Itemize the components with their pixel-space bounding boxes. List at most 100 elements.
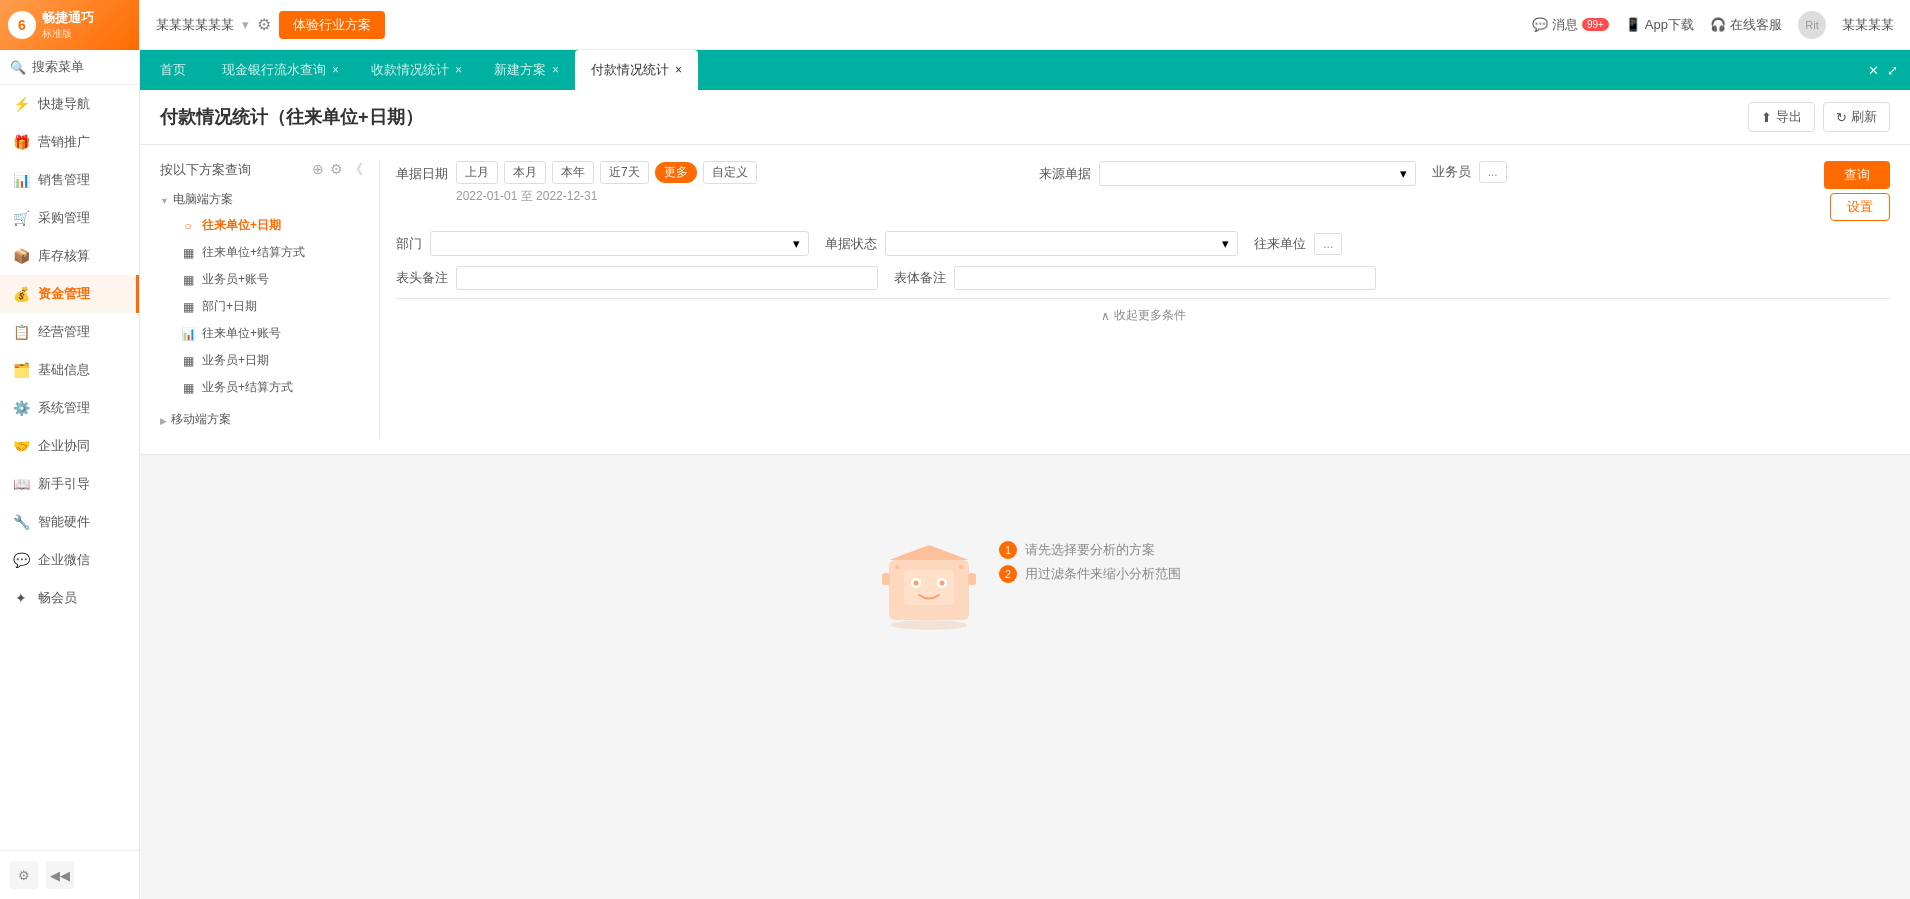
tab-close-all-icon[interactable]: ✕ (1868, 63, 1879, 78)
partner-ellipsis-btn[interactable]: ... (1314, 233, 1342, 255)
source-bill-select[interactable]: ▾ (1099, 161, 1415, 186)
nav-icon-marketing: 🎁 (12, 133, 30, 151)
tab-close-new-scheme[interactable]: × (552, 63, 559, 77)
logo-icon: 6 (8, 11, 36, 39)
collapse-icon: ∧ (1101, 309, 1110, 323)
date-btn-this-month[interactable]: 本月 (504, 161, 546, 184)
table-header-note-input[interactable] (456, 266, 878, 290)
tab-label-payment-stats: 付款情况统计 (591, 61, 669, 79)
scheme-icon-staff-date: ▦ (180, 353, 196, 369)
page-header: 付款情况统计（往来单位+日期） ⬆ 导出 ↻ 刷新 (140, 90, 1910, 145)
empty-svg (869, 515, 989, 635)
sidebar-item-inventory[interactable]: 📦 库存核算 (0, 237, 139, 275)
sidebar-item-quick-nav[interactable]: ⚡ 快捷导航 (0, 85, 139, 123)
sidebar-header: 6 畅捷通巧 标准版 (0, 0, 139, 50)
tab-cash-flow[interactable]: 现金银行流水查询× (206, 50, 355, 90)
svg-rect-2 (904, 570, 954, 605)
scheme-settings-btn[interactable]: ⚙ (330, 161, 343, 179)
sidebar-item-vip[interactable]: ✦ 畅会员 (0, 579, 139, 617)
scheme-item-partner-account[interactable]: 📊 往来单位+账号 (172, 320, 363, 347)
scheme-item-partner-date[interactable]: ○ 往来单位+日期 (172, 212, 363, 239)
mobile-group-title[interactable]: 移动端方案 (160, 407, 363, 432)
notification-badge: 99+ (1582, 18, 1609, 31)
empty-text-block: 1 请先选择要分析的方案 2 用过滤条件来缩小分析范围 (999, 541, 1181, 589)
staff-ellipsis-btn[interactable]: ... (1479, 161, 1507, 183)
scheme-add-btn[interactable]: ⊕ (312, 161, 324, 179)
tab-close-receipt-stats[interactable]: × (455, 63, 462, 77)
topbar-settings-icon[interactable]: ⚙ (257, 15, 271, 34)
notification-group[interactable]: 💬 消息 99+ (1532, 16, 1609, 34)
scheme-icon-partner-date: ○ (180, 218, 196, 234)
collapse-sidebar-btn[interactable]: ◀◀ (46, 861, 74, 889)
scheme-item-staff-account[interactable]: ▦ 业务员+账号 (172, 266, 363, 293)
sidebar-item-operations[interactable]: 📋 经营管理 (0, 313, 139, 351)
svg-point-6 (940, 581, 945, 586)
sidebar-item-finance[interactable]: 💰 资金管理 (0, 275, 139, 313)
sidebar-item-enterprise[interactable]: 🤝 企业协同 (0, 427, 139, 465)
sidebar-item-hardware[interactable]: 🔧 智能硬件 (0, 503, 139, 541)
setup-btn[interactable]: 设置 (1830, 193, 1890, 221)
bill-status-select[interactable]: ▾ (885, 231, 1238, 256)
collapse-filter-btn[interactable]: ∧ 收起更多条件 (396, 298, 1890, 332)
export-btn[interactable]: ⬆ 导出 (1748, 102, 1815, 132)
svg-point-10 (959, 565, 963, 569)
partner-label: 往来单位 (1254, 235, 1306, 253)
tab-receipt-stats[interactable]: 收款情况统计× (355, 50, 478, 90)
source-bill-label: 来源单据 (1039, 165, 1091, 183)
query-btn-group: 查询 设置 (1824, 161, 1890, 221)
scheme-collapse-btn[interactable]: 《 (349, 161, 363, 179)
sidebar-search[interactable]: 🔍 搜索菜单 (0, 50, 139, 85)
tab-new-scheme[interactable]: 新建方案× (478, 50, 575, 90)
nav-icon-system: ⚙️ (12, 399, 30, 417)
trial-btn[interactable]: 体验行业方案 (279, 11, 385, 39)
table-body-note-input[interactable] (954, 266, 1376, 290)
online-service-group[interactable]: 🎧 在线客服 (1710, 16, 1782, 34)
dept-select[interactable]: ▾ (430, 231, 809, 256)
settings-footer-btn[interactable]: ⚙ (10, 861, 38, 889)
refresh-btn[interactable]: ↻ 刷新 (1823, 102, 1890, 132)
scheme-item-staff-settle[interactable]: ▦ 业务员+结算方式 (172, 374, 363, 401)
scheme-label-dept-date: 部门+日期 (202, 298, 257, 315)
sidebar-title-block: 畅捷通巧 标准版 (42, 9, 94, 41)
nav-icon-operations: 📋 (12, 323, 30, 341)
nav-icon-hardware: 🔧 (12, 513, 30, 531)
scheme-item-staff-date[interactable]: ▦ 业务员+日期 (172, 347, 363, 374)
sidebar-item-wechat[interactable]: 💬 企业微信 (0, 541, 139, 579)
date-btn-this-year[interactable]: 本年 (552, 161, 594, 184)
nav-icon-basic-info: 🗂️ (12, 361, 30, 379)
sidebar-footer: ⚙ ◀◀ (0, 850, 139, 899)
query-btn[interactable]: 查询 (1824, 161, 1890, 189)
scheme-item-partner-settle[interactable]: ▦ 往来单位+结算方式 (172, 239, 363, 266)
tabbar: 首页现金银行流水查询×收款情况统计×新建方案× 付款情况统计 × ✕ ⤢ (140, 50, 1910, 90)
filter-row-2: 部门 ▾ 单据状态 ▾ 往来单位 (396, 231, 1890, 256)
scheme-label-partner-settle: 往来单位+结算方式 (202, 244, 305, 261)
nav-label-vip: 畅会员 (38, 589, 77, 607)
date-btn-custom[interactable]: 自定义 (703, 161, 757, 184)
scheme-item-dept-date[interactable]: ▦ 部门+日期 (172, 293, 363, 320)
tab-close-payment-stats[interactable]: × (675, 63, 682, 77)
date-btn-last-month[interactable]: 上月 (456, 161, 498, 184)
tab-close-cash-flow[interactable]: × (332, 63, 339, 77)
tab-payment-stats[interactable]: 付款情况统计 × (575, 50, 698, 90)
sidebar-item-basic-info[interactable]: 🗂️ 基础信息 (0, 351, 139, 389)
scheme-header-icons: ⊕ ⚙ 《 (312, 161, 363, 179)
sidebar-item-sales[interactable]: 📊 销售管理 (0, 161, 139, 199)
main-area: 某某某某某某 ▾ ⚙ 体验行业方案 💬 消息 99+ 📱 App下载 🎧 在线客… (140, 0, 1910, 899)
sidebar-item-purchase[interactable]: 🛒 采购管理 (0, 199, 139, 237)
sidebar-item-system[interactable]: ⚙️ 系统管理 (0, 389, 139, 427)
desktop-group-title[interactable]: 电脑端方案 (160, 187, 363, 212)
sidebar-item-marketing[interactable]: 🎁 营销推广 (0, 123, 139, 161)
bill-date-label: 单据日期 (396, 161, 448, 183)
table-body-note-field: 表体备注 (894, 266, 1376, 290)
tab-home[interactable]: 首页 (140, 50, 206, 90)
sidebar-item-guide[interactable]: 📖 新手引导 (0, 465, 139, 503)
topbar-right: 💬 消息 99+ 📱 App下载 🎧 在线客服 Rit 某某某某 (1532, 11, 1894, 39)
nav-icon-guide: 📖 (12, 475, 30, 493)
date-btn-7days[interactable]: 近7天 (600, 161, 649, 184)
date-btn-more[interactable]: 更多 (655, 162, 697, 183)
sidebar-search-label: 搜索菜单 (32, 58, 84, 76)
app-download-group[interactable]: 📱 App下载 (1625, 16, 1694, 34)
topbar-dropdown-arrow[interactable]: ▾ (242, 17, 249, 32)
date-section: 上月 本月 本年 近7天 更多 自定义 2022-01-01 至 2022-12… (456, 161, 757, 205)
tab-expand-icon[interactable]: ⤢ (1887, 63, 1898, 78)
